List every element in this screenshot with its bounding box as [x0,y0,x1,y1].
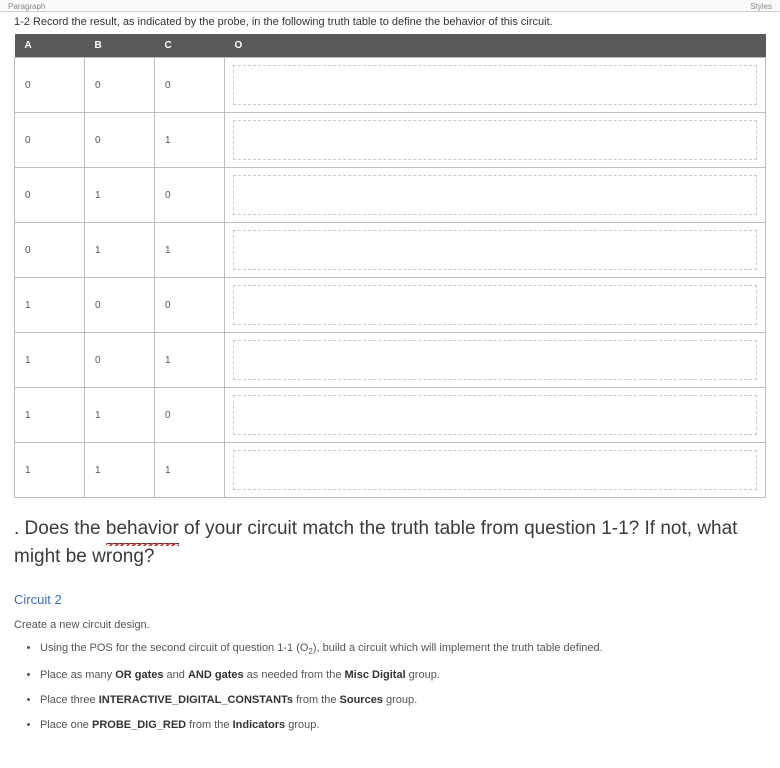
cell-b: 0 [85,58,155,113]
cell-output[interactable] [225,278,766,333]
output-input-box[interactable] [233,65,757,105]
table-row: 111 [15,443,766,498]
cell-output[interactable] [225,333,766,388]
output-input-box[interactable] [233,340,757,380]
cell-output[interactable] [225,168,766,223]
cell-output[interactable] [225,388,766,443]
cell-c: 1 [155,223,225,278]
cell-output[interactable] [225,443,766,498]
list-item: Place three INTERACTIVE_DIGITAL_CONSTANT… [40,693,766,708]
cell-b: 0 [85,278,155,333]
table-row: 101 [15,333,766,388]
cell-output[interactable] [225,223,766,278]
list-item: Place one PROBE_DIG_RED from the Indicat… [40,718,766,733]
cell-a: 0 [15,58,85,113]
list-item: Using the POS for the second circuit of … [40,641,766,657]
cell-output[interactable] [225,113,766,168]
table-row: 011 [15,223,766,278]
spellcheck-squiggle [106,543,179,546]
circuit2-bullet-list: Using the POS for the second circuit of … [14,641,766,734]
instruction-text: 1-2 Record the result, as indicated by t… [14,16,766,28]
cell-c: 1 [155,113,225,168]
table-header-row: A B C O [15,34,766,58]
cell-c: 0 [155,388,225,443]
bold-term: OR gates [115,669,163,681]
cell-a: 1 [15,443,85,498]
table-row: 100 [15,278,766,333]
bold-term: Misc Digital [345,669,406,681]
truth-table: A B C O 000001010011100101110111 [14,34,766,498]
header-o: O [225,34,766,58]
cell-b: 0 [85,333,155,388]
ribbon-bar: Paragraph Styles [0,0,780,12]
cell-b: 1 [85,223,155,278]
document-body: 1-2 Record the result, as indicated by t… [0,12,780,764]
bold-term: INTERACTIVE_DIGITAL_CONSTANTs [99,694,293,706]
cell-a: 0 [15,113,85,168]
cell-c: 0 [155,278,225,333]
header-a: A [15,34,85,58]
underlined-word-text: behavior [106,518,179,539]
table-row: 110 [15,388,766,443]
cell-c: 1 [155,333,225,388]
cell-a: 0 [15,168,85,223]
output-input-box[interactable] [233,395,757,435]
ribbon-right-label: Styles [750,2,772,11]
list-item: Place as many OR gates and AND gates as … [40,668,766,683]
cell-b: 1 [85,168,155,223]
circuit2-title: Circuit 2 [14,592,766,607]
output-input-box[interactable] [233,120,757,160]
cell-b: 0 [85,113,155,168]
header-c: C [155,34,225,58]
subscript: 2 [308,647,312,656]
bold-term: Sources [340,694,383,706]
question-text: . Does the behavior of your circuit matc… [14,516,766,570]
cell-a: 0 [15,223,85,278]
underlined-word: behavior [106,516,179,544]
cell-a: 1 [15,278,85,333]
header-b: B [85,34,155,58]
bold-term: PROBE_DIG_RED [92,719,186,731]
bold-term: AND gates [188,669,244,681]
cell-a: 1 [15,333,85,388]
output-input-box[interactable] [233,230,757,270]
bold-term: Indicators [233,719,286,731]
question-prefix: . Does the [14,518,106,539]
cell-a: 1 [15,388,85,443]
circuit2-intro: Create a new circuit design. [14,619,766,631]
ribbon-left-label: Paragraph [8,2,45,11]
table-row: 010 [15,168,766,223]
table-row: 000 [15,58,766,113]
cell-c: 0 [155,58,225,113]
cell-c: 1 [155,443,225,498]
cell-b: 1 [85,443,155,498]
cell-b: 1 [85,388,155,443]
cell-output[interactable] [225,58,766,113]
output-input-box[interactable] [233,175,757,215]
output-input-box[interactable] [233,450,757,490]
output-input-box[interactable] [233,285,757,325]
cell-c: 0 [155,168,225,223]
table-row: 001 [15,113,766,168]
